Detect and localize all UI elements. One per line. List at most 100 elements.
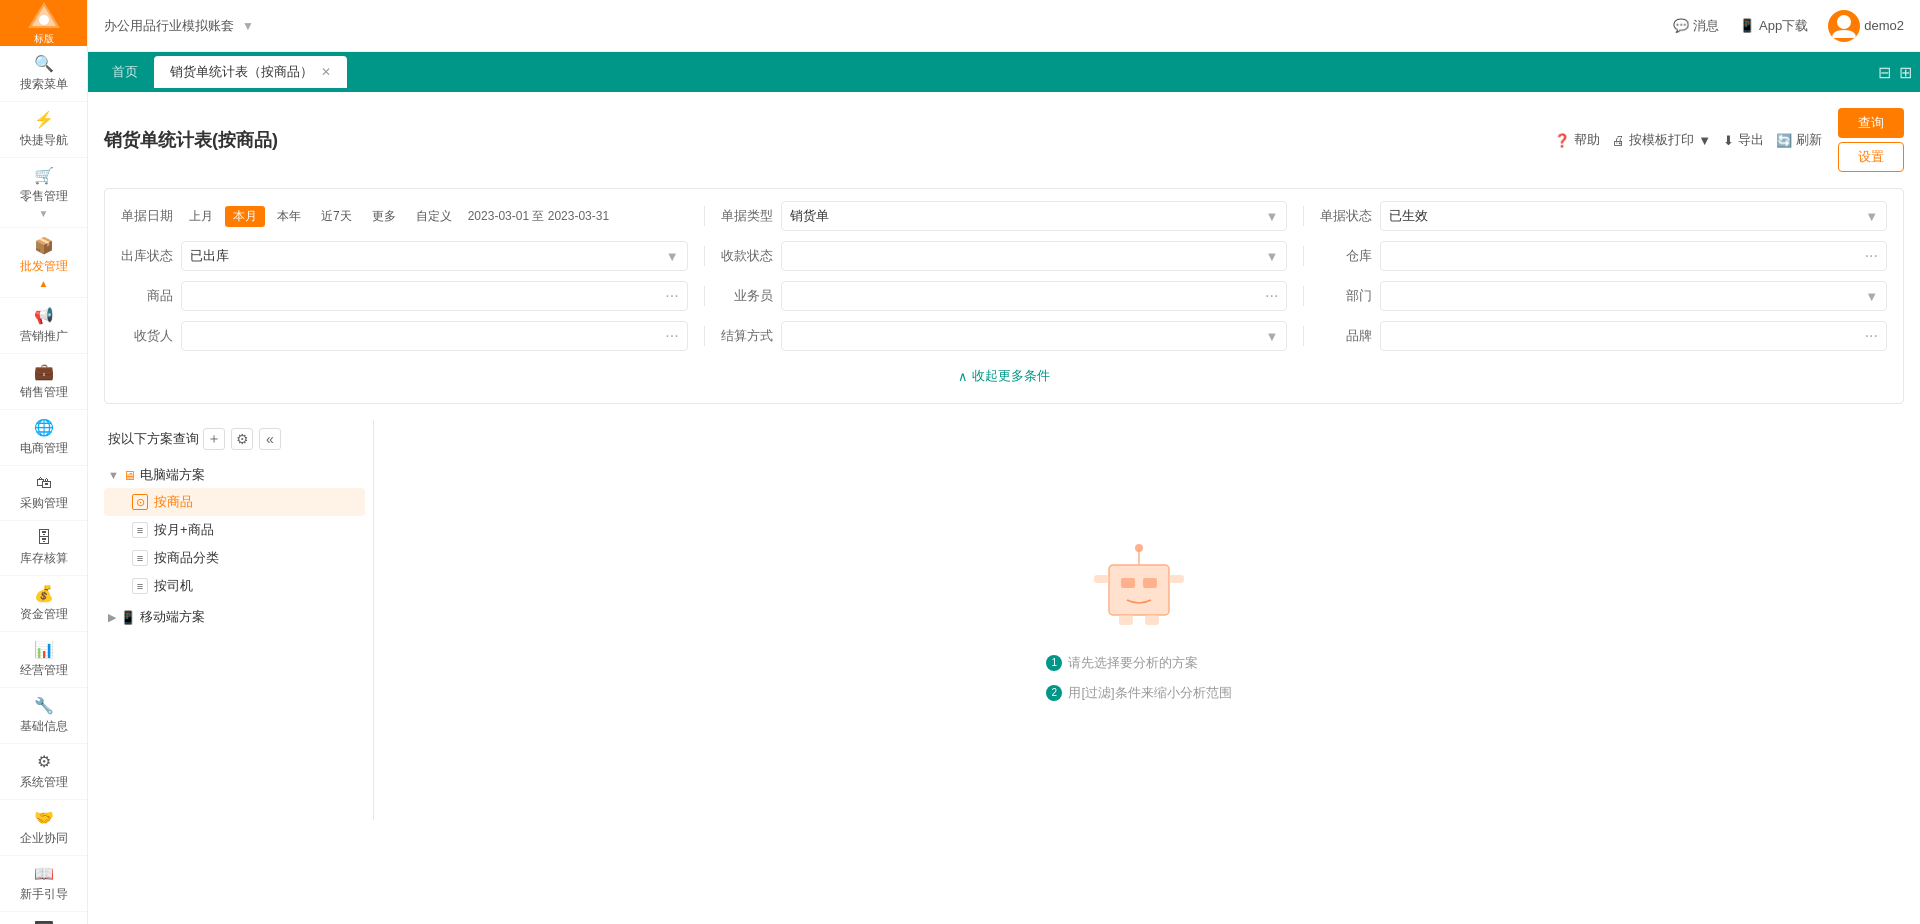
sidebar-item-marketing[interactable]: 📢 营销推广 — [0, 298, 87, 354]
out-status-value[interactable]: 已出库 ▼ — [181, 241, 688, 271]
date-tab-more[interactable]: 更多 — [364, 206, 404, 227]
goods-value[interactable]: ··· — [181, 281, 688, 311]
scheme-collapse-btn[interactable]: « — [259, 428, 281, 450]
export-btn[interactable]: ⬇ 导出 — [1723, 131, 1764, 149]
filter-goods: 商品 ··· — [121, 281, 688, 311]
date-tab-this-year[interactable]: 本年 — [269, 206, 309, 227]
sidebar-item-guide[interactable]: 📖 新手引导 — [0, 856, 87, 912]
tree-group-mobile-arrow: ▶ — [108, 611, 116, 624]
filter-row-1: 单据日期 上月 本月 本年 近7天 更多 自定义 2023-03-01 至 20… — [121, 201, 1887, 231]
retail-icon: 🛒 — [34, 166, 54, 185]
user-menu[interactable]: demo2 — [1828, 10, 1904, 42]
tab-home-label: 首页 — [112, 63, 138, 81]
tree-group-pc-header[interactable]: ▼ 🖥 电脑端方案 — [104, 462, 365, 488]
empty-state: 1 请先选择要分析的方案 2 用[过滤]条件来缩小分析范围 — [374, 470, 1904, 770]
doc-type-text: 销货单 — [790, 207, 829, 225]
tree-group-mobile-header[interactable]: ▶ 📱 移动端方案 — [104, 604, 365, 630]
filter-staff: 业务员 ··· — [721, 281, 1288, 311]
collapse-row[interactable]: ∧ 收起更多条件 — [121, 361, 1887, 391]
empty-illustration — [1079, 530, 1199, 630]
sidebar-item-apps[interactable]: 🔲 应用中心 — [0, 912, 87, 924]
staff-label: 业务员 — [721, 287, 773, 305]
dept-value[interactable]: ▼ — [1380, 281, 1887, 311]
content-area: 销货单统计表(按商品) ❓ 帮助 🖨 按模板打印 ▼ ⬇ 导出 — [88, 92, 1920, 924]
filter-row-2: 出库状态 已出库 ▼ 收款状态 ▼ 仓库 — [121, 241, 1887, 271]
svg-point-3 — [1837, 15, 1851, 29]
scheme-add-btn[interactable]: ＋ — [203, 428, 225, 450]
tree-item-by-driver-icon: ≡ — [132, 578, 148, 594]
filter-doc-status: 单据状态 已生效 ▼ — [1320, 201, 1887, 231]
tab-sales-stat-label: 销货单统计表（按商品） — [170, 63, 313, 81]
maximize-icon: ⊞ — [1899, 63, 1912, 82]
tip-num-1: 1 — [1046, 655, 1062, 671]
sidebar-item-finance[interactable]: 💰 资金管理 — [0, 576, 87, 632]
brand-dots: ··· — [1865, 327, 1878, 345]
print-arrow: ▼ — [1698, 133, 1711, 148]
sidebar-item-ecommerce-label: 电商管理 — [20, 440, 68, 457]
tab-sales-stat[interactable]: 销货单统计表（按商品） ✕ — [154, 56, 347, 88]
sidebar-item-retail-label: 零售管理 — [20, 188, 68, 205]
date-tab-custom[interactable]: 自定义 — [408, 206, 460, 227]
sidebar-item-ecommerce[interactable]: 🌐 电商管理 — [0, 410, 87, 466]
sidebar-item-retail[interactable]: 🛒 零售管理 ▼ — [0, 158, 87, 228]
brand-label: 品牌 — [1320, 327, 1372, 345]
settings-btn[interactable]: 设置 — [1838, 142, 1904, 172]
sidebar-item-quicknav[interactable]: ⚡ 快捷导航 — [0, 102, 87, 158]
sidebar-item-basic[interactable]: 🔧 基础信息 — [0, 688, 87, 744]
sidebar-item-system[interactable]: ⚙ 系统管理 — [0, 744, 87, 800]
date-tab-last-month[interactable]: 上月 — [181, 206, 221, 227]
tab-expand-btn[interactable]: ⊟ ⊞ — [1878, 63, 1912, 82]
left-pane: 按以下方案查询 ＋ ⚙ « ▼ 🖥 电脑端方案 — [104, 420, 374, 820]
refresh-label: 刷新 — [1796, 131, 1822, 149]
tip-text-2: 用[过滤]条件来缩小分析范围 — [1068, 680, 1231, 706]
sidebar-item-inventory[interactable]: 🗄 库存核算 — [0, 521, 87, 576]
tree-item-by-driver[interactable]: ≡ 按司机 — [104, 572, 365, 600]
scheme-header: 按以下方案查询 ＋ ⚙ « — [104, 420, 365, 458]
export-label: 导出 — [1738, 131, 1764, 149]
refresh-btn[interactable]: 🔄 刷新 — [1776, 131, 1822, 149]
sidebar-item-operations[interactable]: 📊 经营管理 — [0, 632, 87, 688]
app-download-label: App下载 — [1759, 17, 1808, 35]
sidebar-item-wholesale[interactable]: 📦 批发管理 ▲ — [0, 228, 87, 298]
doc-type-value[interactable]: 销货单 ▼ — [781, 201, 1288, 231]
sidebar-item-marketing-label: 营销推广 — [20, 328, 68, 345]
top-header-left: 办公用品行业模拟账套 ▼ — [104, 17, 254, 35]
sidebar-item-enterprise[interactable]: 🤝 企业协同 — [0, 800, 87, 856]
app-download-btn[interactable]: 📱 App下载 — [1739, 17, 1808, 35]
tree-group-mobile-label: 移动端方案 — [140, 608, 205, 626]
receiver-label: 收货人 — [121, 327, 173, 345]
doc-status-value[interactable]: 已生效 ▼ — [1380, 201, 1887, 231]
tree-item-by-month-goods[interactable]: ≡ 按月+商品 — [104, 516, 365, 544]
receiver-value[interactable]: ··· — [181, 321, 688, 351]
message-btn[interactable]: 💬 消息 — [1673, 17, 1719, 35]
collapse-icon: ∧ — [958, 369, 968, 384]
sidebar-item-enterprise-label: 企业协同 — [20, 830, 68, 847]
warehouse-value[interactable]: ··· — [1380, 241, 1887, 271]
help-btn[interactable]: ❓ 帮助 — [1554, 131, 1600, 149]
ecommerce-icon: 🌐 — [34, 418, 54, 437]
brand-value[interactable]: ··· — [1380, 321, 1887, 351]
date-tab-this-month[interactable]: 本月 — [225, 206, 265, 227]
tab-home[interactable]: 首页 — [96, 56, 154, 88]
tree-item-by-goods[interactable]: ⊙ 按商品 — [104, 488, 365, 516]
sidebar-item-purchase[interactable]: 🛍 采购管理 — [0, 466, 87, 521]
sidebar-item-sales[interactable]: 💼 销售管理 — [0, 354, 87, 410]
scheme-settings-btn[interactable]: ⚙ — [231, 428, 253, 450]
filter-receipt-status: 收款状态 ▼ — [721, 241, 1288, 271]
date-tab-7days[interactable]: 近7天 — [313, 206, 360, 227]
divider-3 — [704, 246, 705, 266]
tree-item-by-category[interactable]: ≡ 按商品分类 — [104, 544, 365, 572]
user-avatar — [1828, 10, 1860, 42]
receipt-status-value[interactable]: ▼ — [781, 241, 1288, 271]
receiver-dots: ··· — [665, 327, 678, 345]
print-btn[interactable]: 🖨 按模板打印 ▼ — [1612, 131, 1711, 149]
svg-point-2 — [39, 15, 49, 25]
sidebar-item-search[interactable]: 🔍 搜索菜单 — [0, 46, 87, 102]
refresh-icon: 🔄 — [1776, 133, 1792, 148]
query-btn[interactable]: 查询 — [1838, 108, 1904, 138]
staff-value[interactable]: ··· — [781, 281, 1288, 311]
settle-value[interactable]: ▼ — [781, 321, 1288, 351]
divider-5 — [704, 286, 705, 306]
tip-item-2: 2 用[过滤]条件来缩小分析范围 — [1046, 680, 1231, 706]
tab-close-icon[interactable]: ✕ — [321, 65, 331, 79]
